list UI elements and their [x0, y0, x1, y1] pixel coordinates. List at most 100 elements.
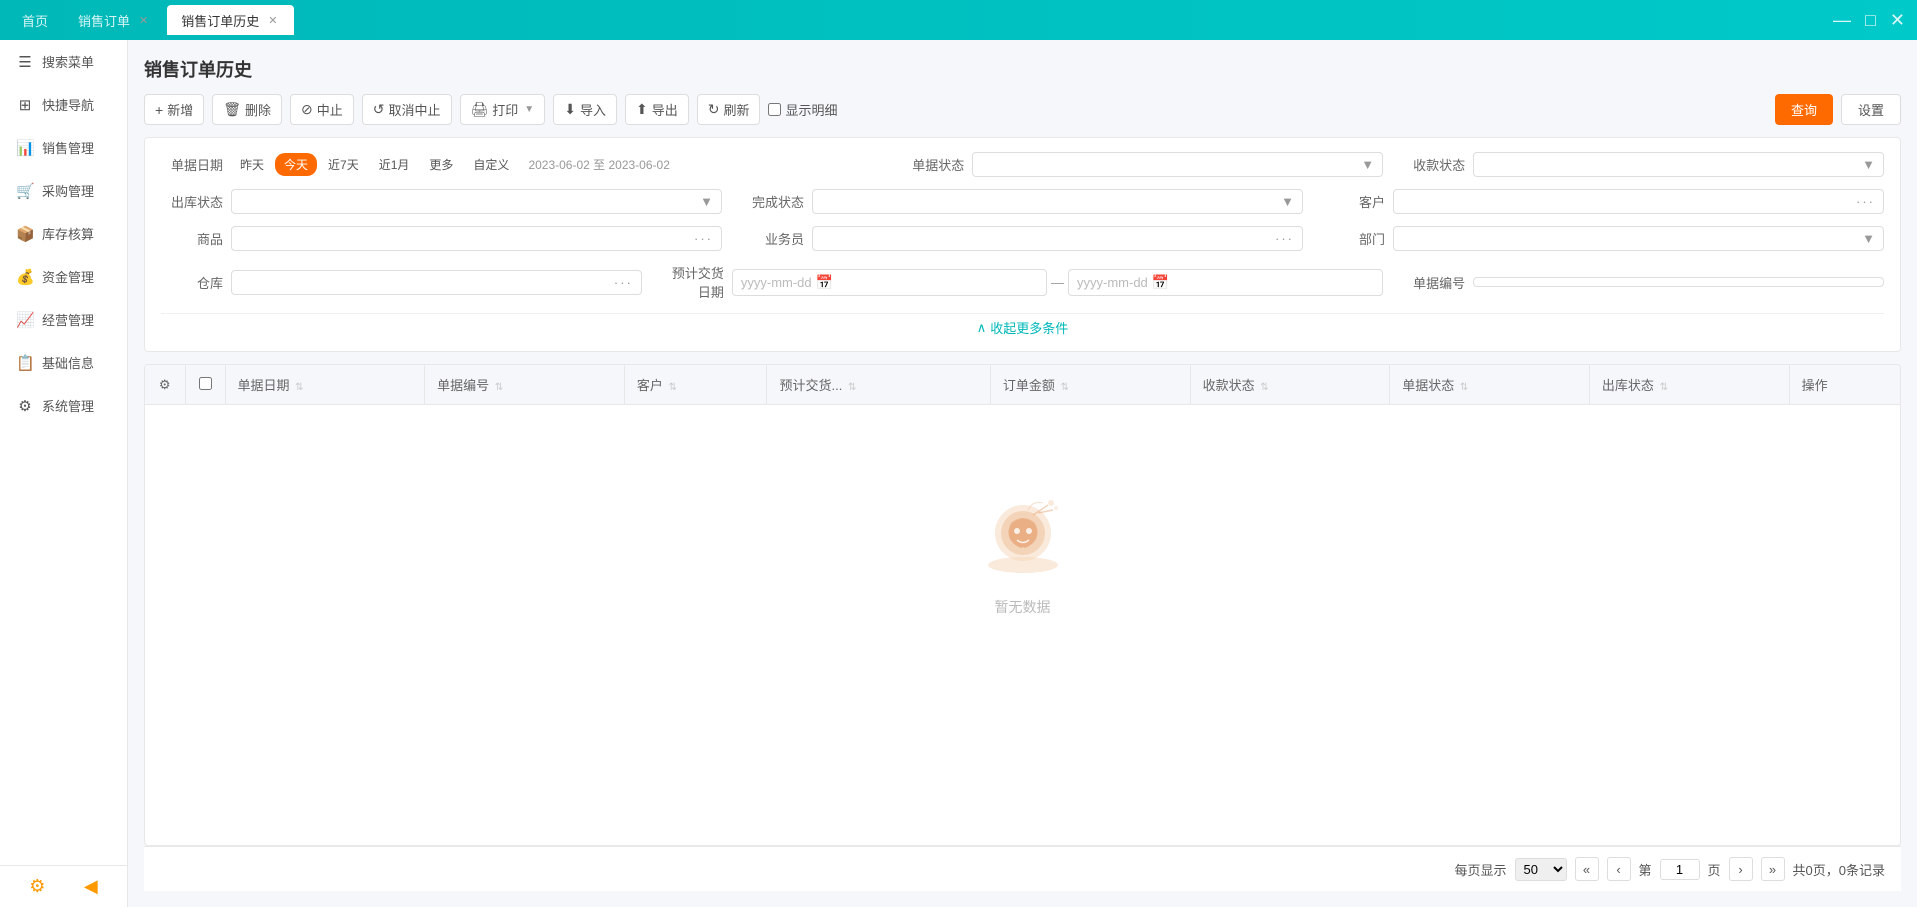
import-icon: ⬇	[564, 101, 576, 118]
sidebar-item-system-mgmt[interactable]: ⚙ 系统管理	[0, 384, 127, 427]
delivery-status-label: 出库状态	[161, 192, 231, 211]
last-page-button[interactable]: »	[1761, 857, 1785, 881]
delete-button[interactable]: 🗑 删除	[212, 94, 282, 125]
stop-label: 中止	[317, 100, 343, 119]
refresh-button[interactable]: ↻ 刷新	[697, 94, 761, 125]
tab-home[interactable]: 首页	[8, 5, 62, 35]
goods-control[interactable]: ···	[231, 226, 722, 251]
sidebar-item-operations[interactable]: 📈 经营管理	[0, 298, 127, 341]
query-button[interactable]: 查询	[1775, 94, 1833, 125]
cancel-stop-icon: ↺	[373, 101, 385, 118]
next-page-button[interactable]: ›	[1729, 857, 1753, 881]
print-button[interactable]: 🖨 打印 ▼	[460, 94, 546, 125]
sort-date-icon: ⇅	[295, 382, 303, 393]
cancel-stop-button[interactable]: ↺ 取消中止	[362, 94, 452, 125]
system-mgmt-icon: ⚙	[16, 397, 34, 415]
minimize-icon[interactable]: —	[1829, 8, 1855, 33]
order-status-control[interactable]: ▼	[972, 152, 1383, 177]
date-separator: —	[1051, 275, 1064, 290]
th-delivery-date[interactable]: 预计交货... ⇅	[767, 365, 990, 405]
date-tab-more[interactable]: 更多	[420, 153, 462, 176]
calendar-end-icon: 📅	[1152, 274, 1169, 291]
department-control[interactable]: ▼	[1393, 226, 1884, 251]
salesperson-dots-icon: ···	[1275, 231, 1294, 246]
date-tab-yesterday[interactable]: 昨天	[231, 153, 273, 176]
display-cols-toggle[interactable]: 显示明细	[768, 100, 837, 119]
tab-sales-history-close[interactable]: ✕	[265, 13, 280, 28]
th-payment-status[interactable]: 收款状态 ⇅	[1190, 365, 1390, 405]
date-tab-custom[interactable]: 自定义	[464, 153, 518, 176]
department-label: 部门	[1323, 229, 1393, 248]
payment-status-control[interactable]: ▼	[1473, 152, 1884, 177]
th-customer-label: 客户	[637, 378, 663, 393]
select-all-checkbox[interactable]	[199, 377, 212, 390]
filter-delivery-status: 出库状态 ▼	[161, 189, 722, 214]
sidebar-item-sales-mgmt[interactable]: 📊 销售管理	[0, 126, 127, 169]
toolbar: + 新增 🗑 删除 ⊘ 中止 ↺ 取消中止 🖨 打印 ▼ ⬇ 导	[144, 94, 1901, 125]
sidebar-item-purchase-mgmt[interactable]: 🛒 采购管理	[0, 169, 127, 212]
sidebar-settings-icon[interactable]: ⚙	[29, 876, 45, 897]
sidebar-item-sales-mgmt-label: 销售管理	[42, 138, 94, 157]
warehouse-control[interactable]: ···	[231, 270, 642, 295]
th-payment-status-label: 收款状态	[1203, 378, 1255, 393]
prev-page-button[interactable]: ‹	[1607, 857, 1631, 881]
delivery-date-start-input[interactable]: yyyy-mm-dd 📅	[732, 269, 1047, 296]
delivery-status-control[interactable]: ▼	[231, 189, 722, 214]
sidebar-item-finance[interactable]: 💰 资金管理	[0, 255, 127, 298]
export-button[interactable]: ⬆ 导出	[625, 94, 689, 125]
tab-sales-history[interactable]: 销售订单历史 ✕	[167, 5, 294, 35]
search-menu-icon: ☰	[16, 53, 34, 71]
tab-sales-history-label: 销售订单历史	[181, 11, 259, 30]
collapse-more-conditions[interactable]: ∧ 收起更多条件	[161, 313, 1884, 345]
payment-status-chevron-icon: ▼	[1862, 157, 1875, 172]
th-delivery-date-label: 预计交货...	[779, 378, 842, 393]
date-tab-last7[interactable]: 近7天	[319, 153, 368, 176]
th-check[interactable]	[185, 365, 225, 405]
display-cols-checkbox[interactable]	[768, 103, 781, 116]
date-tab-last30[interactable]: 近1月	[370, 153, 419, 176]
first-page-button[interactable]: «	[1575, 857, 1599, 881]
th-gear[interactable]: ⚙	[145, 365, 185, 405]
complete-status-control[interactable]: ▼	[812, 189, 1303, 214]
th-date-label: 单据日期	[238, 378, 290, 393]
settings-button[interactable]: 设置	[1841, 94, 1901, 125]
th-delivery-status[interactable]: 出库状态 ⇅	[1589, 365, 1789, 405]
empty-state-row: 暂无数据	[145, 405, 1900, 698]
top-bar: 首页 销售订单 ✕ 销售订单历史 ✕ — □ ✕	[0, 0, 1917, 40]
customer-control[interactable]: ···	[1393, 189, 1884, 214]
th-date[interactable]: 单据日期 ⇅	[225, 365, 425, 405]
date-range-text: 2023-06-02 至 2023-06-02	[528, 156, 669, 173]
th-amount[interactable]: 订单金额 ⇅	[990, 365, 1190, 405]
filter-date: 单据日期 昨天 今天 近7天 近1月 更多 自定义 2023-06-02 至 2…	[161, 153, 882, 176]
print-icon: 🖨	[471, 101, 489, 118]
new-button[interactable]: + 新增	[144, 94, 204, 125]
page-input[interactable]	[1660, 859, 1700, 880]
th-amount-label: 订单金额	[1003, 378, 1055, 393]
sidebar-item-search-menu[interactable]: ☰ 搜索菜单	[0, 40, 127, 83]
salesperson-control[interactable]: ···	[812, 226, 1303, 251]
close-icon[interactable]: ✕	[1886, 8, 1909, 33]
tab-sales-order[interactable]: 销售订单 ✕	[64, 5, 165, 35]
gear-icon: ⚙	[159, 377, 171, 392]
th-customer[interactable]: 客户 ⇅	[624, 365, 767, 405]
per-page-select[interactable]: 10 20 50 100	[1515, 858, 1567, 881]
stop-button[interactable]: ⊘ 中止	[290, 94, 354, 125]
sidebar-item-inventory[interactable]: 📦 库存核算	[0, 212, 127, 255]
sidebar-item-operations-label: 经营管理	[42, 310, 94, 329]
order-no-control[interactable]	[1473, 277, 1884, 287]
customer-dots-icon: ···	[1856, 194, 1875, 209]
sort-delivery-status-icon: ⇅	[1660, 382, 1668, 393]
import-button[interactable]: ⬇ 导入	[553, 94, 617, 125]
delivery-date-end-input[interactable]: yyyy-mm-dd 📅	[1068, 269, 1383, 296]
sidebar-item-basic-info[interactable]: 📋 基础信息	[0, 341, 127, 384]
sidebar-item-quick-nav[interactable]: ⊞ 快捷导航	[0, 83, 127, 126]
sidebar-collapse-icon[interactable]: ◀	[84, 876, 98, 897]
maximize-icon[interactable]: □	[1861, 8, 1880, 33]
sales-mgmt-icon: 📊	[16, 139, 34, 157]
th-order-no[interactable]: 单据编号 ⇅	[425, 365, 625, 405]
tab-sales-order-close[interactable]: ✕	[136, 13, 151, 28]
table-header: ⚙ 单据日期 ⇅ 单据编号 ⇅	[145, 365, 1900, 405]
th-order-status[interactable]: 单据状态 ⇅	[1390, 365, 1590, 405]
date-tab-today[interactable]: 今天	[275, 153, 317, 176]
sidebar-item-quick-nav-label: 快捷导航	[42, 95, 94, 114]
